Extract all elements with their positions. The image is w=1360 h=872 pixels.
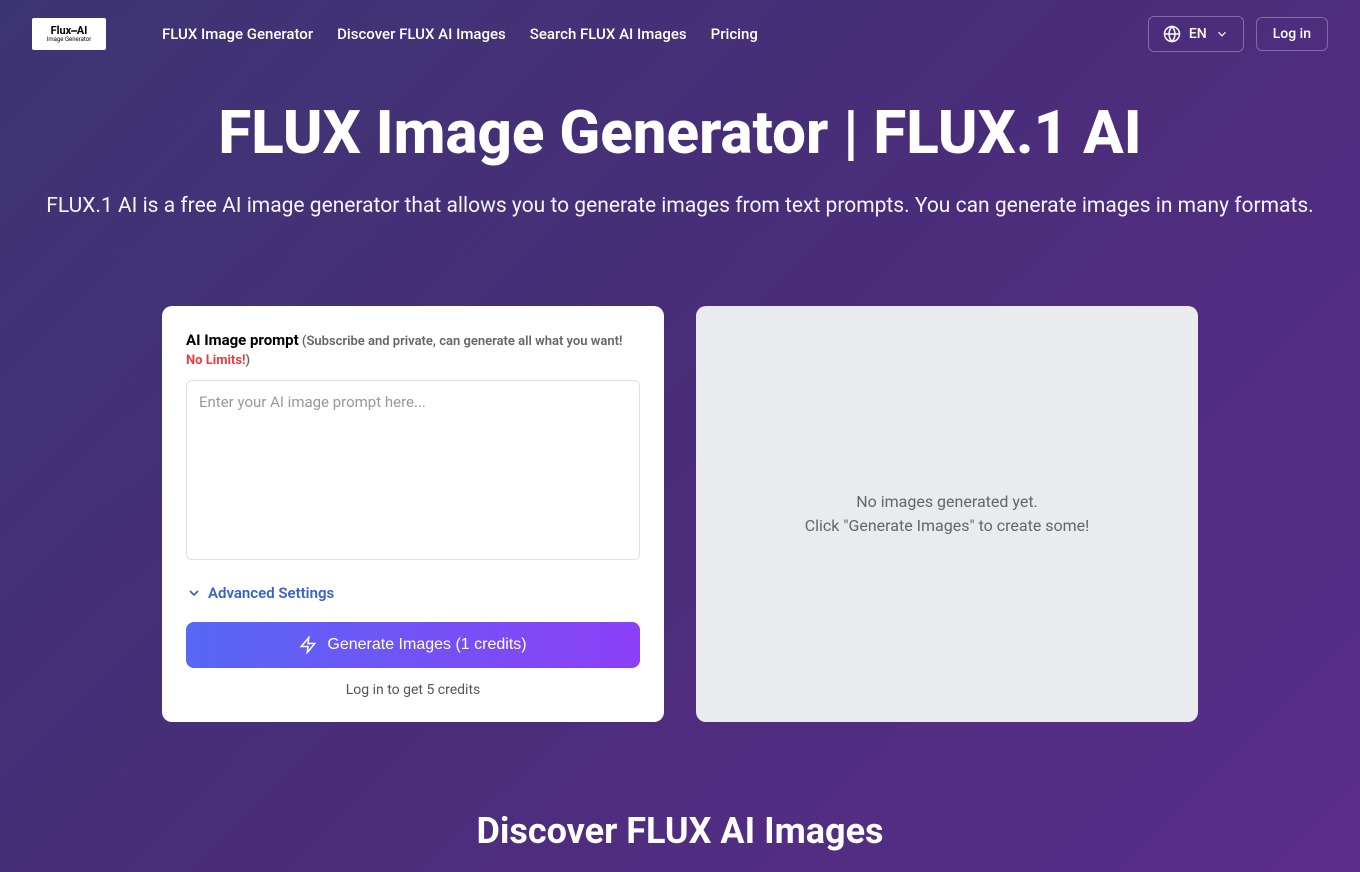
prompt-label-sub-prefix: (Subscribe and private, can generate all… xyxy=(299,334,623,349)
bolt-icon xyxy=(299,636,317,654)
nav: FLUX Image Generator Discover FLUX AI Im… xyxy=(162,25,758,43)
discover-title: Discover FLUX AI Images xyxy=(0,810,1360,872)
chevron-down-icon xyxy=(186,585,202,601)
hero-title: FLUX Image Generator | FLUX.1 AI xyxy=(40,100,1320,166)
header-right: EN Log in xyxy=(1148,16,1328,52)
prompt-label-main: AI Image prompt xyxy=(186,331,299,349)
result-card: No images generated yet. Click "Generate… xyxy=(696,306,1198,722)
prompt-label-row: AI Image prompt (Subscribe and private, … xyxy=(186,330,640,368)
nav-generator[interactable]: FLUX Image Generator xyxy=(162,25,313,43)
header: Flux⎯AI Image Generator FLUX Image Gener… xyxy=(0,0,1360,68)
language-label: EN xyxy=(1189,26,1207,42)
nav-search[interactable]: Search FLUX AI Images xyxy=(530,25,687,43)
prompt-label-highlight: No Limits! xyxy=(186,353,246,368)
chevron-down-icon xyxy=(1215,27,1229,41)
empty-state: No images generated yet. Click "Generate… xyxy=(805,490,1090,538)
language-button[interactable]: EN xyxy=(1148,16,1244,52)
globe-icon xyxy=(1163,25,1181,43)
nav-discover[interactable]: Discover FLUX AI Images xyxy=(337,25,506,43)
logo-main-text: Flux⎯AI xyxy=(51,25,88,36)
advanced-settings-toggle[interactable]: Advanced Settings xyxy=(186,584,640,602)
logo[interactable]: Flux⎯AI Image Generator xyxy=(32,18,106,50)
login-hint: Log in to get 5 credits xyxy=(186,682,640,698)
hero-subtitle: FLUX.1 AI is a free AI image generator t… xyxy=(40,194,1320,218)
hero: FLUX Image Generator | FLUX.1 AI FLUX.1 … xyxy=(0,68,1360,258)
advanced-settings-label: Advanced Settings xyxy=(208,584,334,602)
prompt-input[interactable] xyxy=(186,380,640,560)
prompt-label-sub-suffix: ) xyxy=(246,353,251,368)
logo-sub-text: Image Generator xyxy=(47,37,92,43)
generate-button[interactable]: Generate Images (1 credits) xyxy=(186,622,640,668)
nav-pricing[interactable]: Pricing xyxy=(711,25,758,43)
prompt-card: AI Image prompt (Subscribe and private, … xyxy=(162,306,664,722)
main-content: AI Image prompt (Subscribe and private, … xyxy=(80,258,1280,770)
generate-button-label: Generate Images (1 credits) xyxy=(327,636,526,654)
empty-line-1: No images generated yet. xyxy=(805,490,1090,514)
login-button[interactable]: Log in xyxy=(1256,17,1328,51)
empty-line-2: Click "Generate Images" to create some! xyxy=(805,514,1090,538)
